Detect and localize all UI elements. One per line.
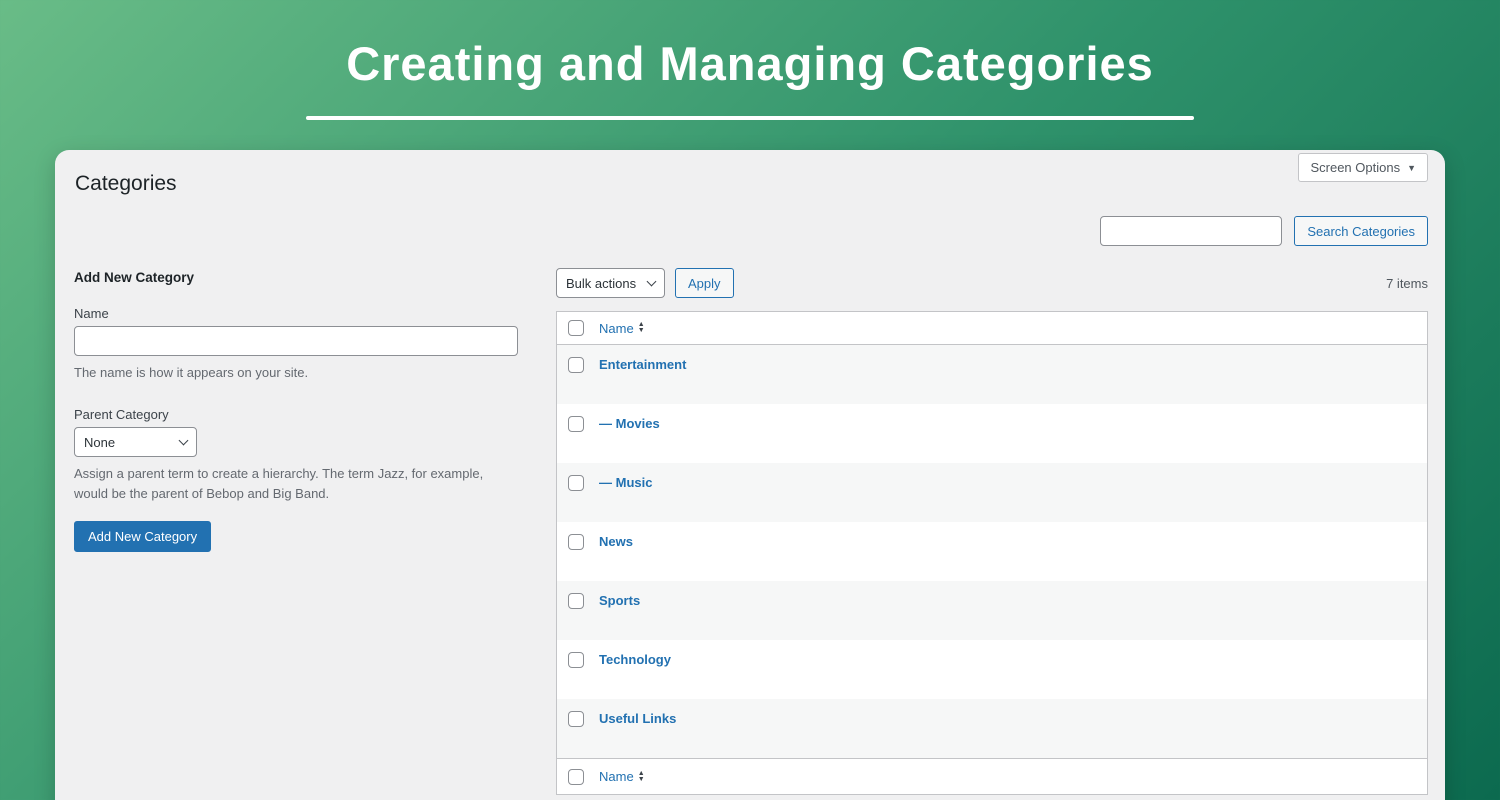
name-column-footer: Name — [599, 769, 634, 784]
bulk-actions-bar: Bulk actions Apply 7 items — [556, 268, 1428, 298]
apply-button[interactable]: Apply — [675, 268, 734, 298]
sort-icon: ▲ ▼ — [637, 770, 645, 783]
search-categories-button[interactable]: Search Categories — [1294, 216, 1428, 246]
table-row: Entertainment — [557, 345, 1427, 404]
categories-list-panel: Bulk actions Apply 7 items Name ▲ ▼ Ente… — [556, 268, 1428, 795]
parent-help-text: Assign a parent term to create a hierarc… — [74, 466, 484, 502]
chevron-down-icon — [178, 435, 189, 446]
categories-table: Name ▲ ▼ Entertainment — Movies — Music … — [556, 311, 1428, 795]
category-link[interactable]: News — [599, 534, 633, 549]
table-row: Useful Links — [557, 699, 1427, 758]
row-checkbox[interactable] — [568, 593, 584, 609]
name-label: Name — [74, 306, 109, 321]
add-category-heading: Add New Category — [74, 270, 195, 285]
category-link[interactable]: Technology — [599, 652, 671, 667]
category-name-input[interactable] — [74, 326, 518, 356]
sort-icon: ▲ ▼ — [637, 321, 645, 334]
parent-category-label: Parent Category — [74, 407, 169, 423]
bulk-actions-select[interactable]: Bulk actions — [556, 268, 665, 298]
banner-underline — [306, 116, 1194, 120]
chevron-down-icon — [646, 276, 657, 287]
add-category-form: Add New Category Name The name is how it… — [74, 270, 518, 553]
banner-title: Creating and Managing Categories — [346, 37, 1154, 90]
page-title: Categories — [75, 172, 177, 195]
row-checkbox[interactable] — [568, 534, 584, 550]
row-checkbox[interactable] — [568, 711, 584, 727]
bulk-actions-value: Bulk actions — [566, 275, 637, 291]
admin-card: Screen Options ▼ Categories Search Categ… — [55, 150, 1445, 800]
table-row: — Movies — [557, 404, 1427, 463]
category-link[interactable]: — Music — [599, 475, 652, 490]
chevron-down-icon: ▼ — [1407, 162, 1416, 173]
sort-by-name-link[interactable]: Name ▲ ▼ — [599, 321, 645, 336]
category-link[interactable]: Sports — [599, 593, 640, 608]
category-link[interactable]: — Movies — [599, 416, 660, 431]
row-checkbox[interactable] — [568, 357, 584, 373]
table-body: Entertainment — Movies — Music News Spor… — [557, 345, 1427, 758]
search-row: Search Categories — [1100, 216, 1428, 246]
screen-options-button[interactable]: Screen Options ▼ — [1298, 153, 1428, 182]
table-footer-row: Name ▲ ▼ — [557, 758, 1427, 794]
table-row: Sports — [557, 581, 1427, 640]
table-header-row: Name ▲ ▼ — [557, 312, 1427, 345]
screen-options-label: Screen Options — [1310, 160, 1401, 175]
select-all-checkbox[interactable] — [568, 320, 584, 336]
parent-category-value: None — [84, 434, 116, 450]
search-categories-input[interactable] — [1100, 216, 1283, 246]
row-checkbox[interactable] — [568, 475, 584, 491]
select-all-checkbox[interactable] — [568, 768, 584, 785]
sort-desc-icon: ▼ — [637, 327, 645, 334]
row-checkbox[interactable] — [568, 416, 584, 432]
category-link[interactable]: Entertainment — [599, 357, 686, 372]
sort-desc-icon: ▼ — [637, 775, 645, 783]
table-row: — Music — [557, 463, 1427, 522]
category-link[interactable]: Useful Links — [599, 711, 676, 726]
add-new-category-button[interactable]: Add New Category — [74, 521, 212, 553]
table-row: Technology — [557, 640, 1427, 699]
table-row: News — [557, 522, 1427, 581]
sort-by-name-link[interactable]: Name ▲ ▼ — [599, 769, 645, 784]
row-checkbox[interactable] — [568, 652, 584, 668]
name-column-header: Name — [599, 320, 634, 336]
parent-category-select[interactable]: None — [74, 427, 197, 458]
items-count: 7 items — [1386, 275, 1428, 291]
name-help-text: The name is how it appears on your site. — [74, 365, 309, 380]
